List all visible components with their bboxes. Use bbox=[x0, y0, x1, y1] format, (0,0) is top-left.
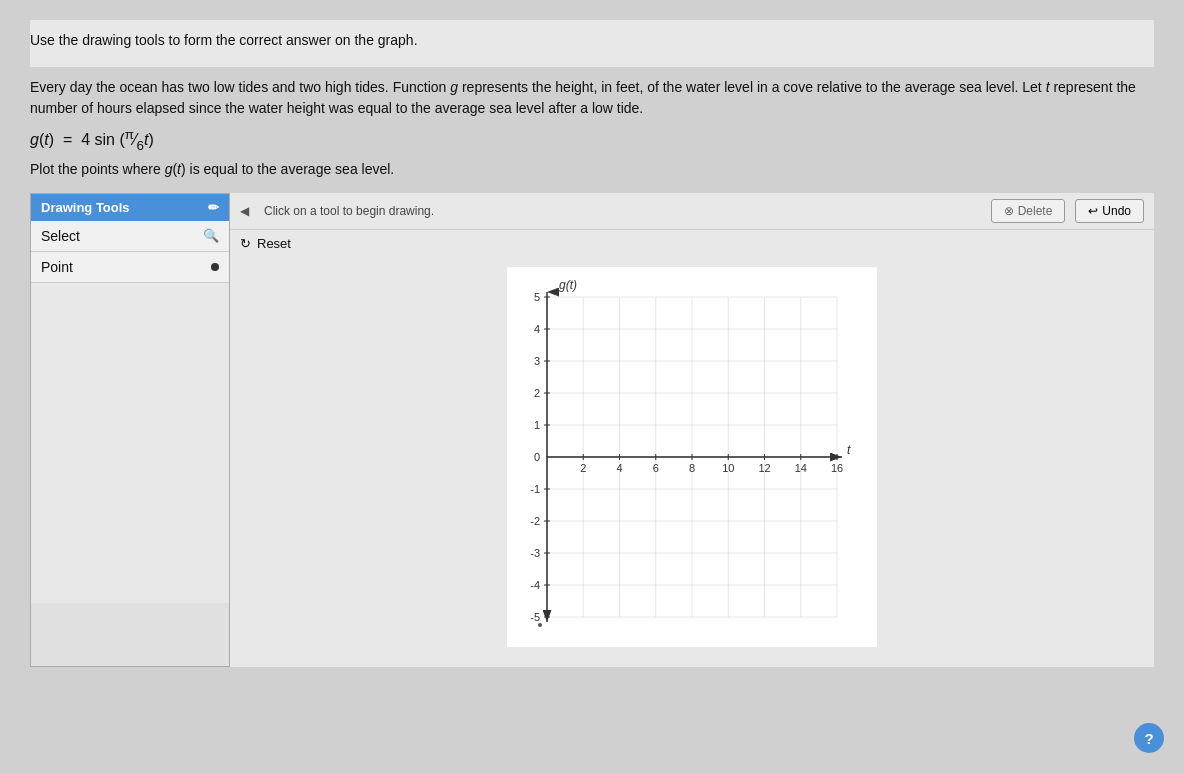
drawing-tools-header: Drawing Tools ✏ bbox=[31, 194, 229, 221]
drawing-tools-panel: Drawing Tools ✏ Select 🔍 Point bbox=[30, 193, 230, 667]
select-label: Select bbox=[41, 228, 80, 244]
svg-text:16: 16 bbox=[831, 462, 843, 474]
svg-point-65 bbox=[538, 623, 542, 627]
svg-text:t: t bbox=[847, 443, 851, 457]
reset-label: Reset bbox=[257, 236, 291, 251]
delete-x-icon: ⊗ bbox=[1004, 204, 1014, 218]
select-tool[interactable]: Select 🔍 bbox=[31, 221, 229, 252]
undo-button[interactable]: ↩ Undo bbox=[1075, 199, 1144, 223]
svg-text:g(t): g(t) bbox=[559, 278, 577, 292]
svg-text:4: 4 bbox=[534, 323, 540, 335]
svg-text:5: 5 bbox=[534, 291, 540, 303]
help-button[interactable]: ? bbox=[1134, 723, 1164, 753]
graph-svg[interactable]: 5 4 3 2 1 0 -1 -2 -3 -4 -5 2 4 6 8 10 12… bbox=[507, 267, 877, 647]
point-tool[interactable]: Point bbox=[31, 252, 229, 283]
svg-text:2: 2 bbox=[580, 462, 586, 474]
svg-text:12: 12 bbox=[758, 462, 770, 474]
plot-instruction: Plot the points where g(t) is equal to t… bbox=[30, 161, 1154, 177]
svg-text:-1: -1 bbox=[530, 483, 540, 495]
reset-row[interactable]: ↻ Reset bbox=[230, 230, 1154, 257]
svg-text:8: 8 bbox=[689, 462, 695, 474]
pencil-icon: ✏ bbox=[208, 200, 219, 215]
svg-text:-5: -5 bbox=[530, 611, 540, 623]
svg-text:14: 14 bbox=[795, 462, 807, 474]
toolbar-hint: Click on a tool to begin drawing. bbox=[259, 204, 434, 218]
undo-icon: ↩ bbox=[1088, 204, 1098, 218]
delete-button[interactable]: ⊗ Delete bbox=[991, 199, 1066, 223]
reset-icon: ↻ bbox=[240, 236, 251, 251]
point-dot-icon bbox=[211, 263, 219, 271]
drawing-tools-label: Drawing Tools bbox=[41, 200, 130, 215]
arrow-left-icon: ◀ bbox=[240, 204, 249, 218]
svg-text:2: 2 bbox=[534, 387, 540, 399]
canvas-area: ◀ Click on a tool to begin drawing. ⊗ De… bbox=[230, 193, 1154, 667]
svg-text:1: 1 bbox=[534, 419, 540, 431]
point-label: Point bbox=[41, 259, 73, 275]
formula-display: g(t) = 4 sin (π⁄6t) bbox=[30, 127, 1154, 153]
svg-text:-2: -2 bbox=[530, 515, 540, 527]
svg-text:10: 10 bbox=[722, 462, 734, 474]
undo-label: Undo bbox=[1102, 204, 1131, 218]
svg-text:4: 4 bbox=[616, 462, 622, 474]
instruction2: Every day the ocean has two low tides an… bbox=[30, 77, 1154, 119]
delete-label: Delete bbox=[1018, 204, 1053, 218]
instruction1: Use the drawing tools to form the correc… bbox=[30, 30, 1154, 51]
toolbar-row: ◀ Click on a tool to begin drawing. ⊗ De… bbox=[230, 193, 1154, 230]
svg-text:-4: -4 bbox=[530, 579, 540, 591]
svg-text:0: 0 bbox=[534, 451, 540, 463]
help-label: ? bbox=[1144, 730, 1153, 747]
select-icon: 🔍 bbox=[203, 228, 219, 243]
graph-container[interactable]: 5 4 3 2 1 0 -1 -2 -3 -4 -5 2 4 6 8 10 12… bbox=[230, 257, 1154, 667]
svg-text:-3: -3 bbox=[530, 547, 540, 559]
svg-text:6: 6 bbox=[653, 462, 659, 474]
svg-text:3: 3 bbox=[534, 355, 540, 367]
